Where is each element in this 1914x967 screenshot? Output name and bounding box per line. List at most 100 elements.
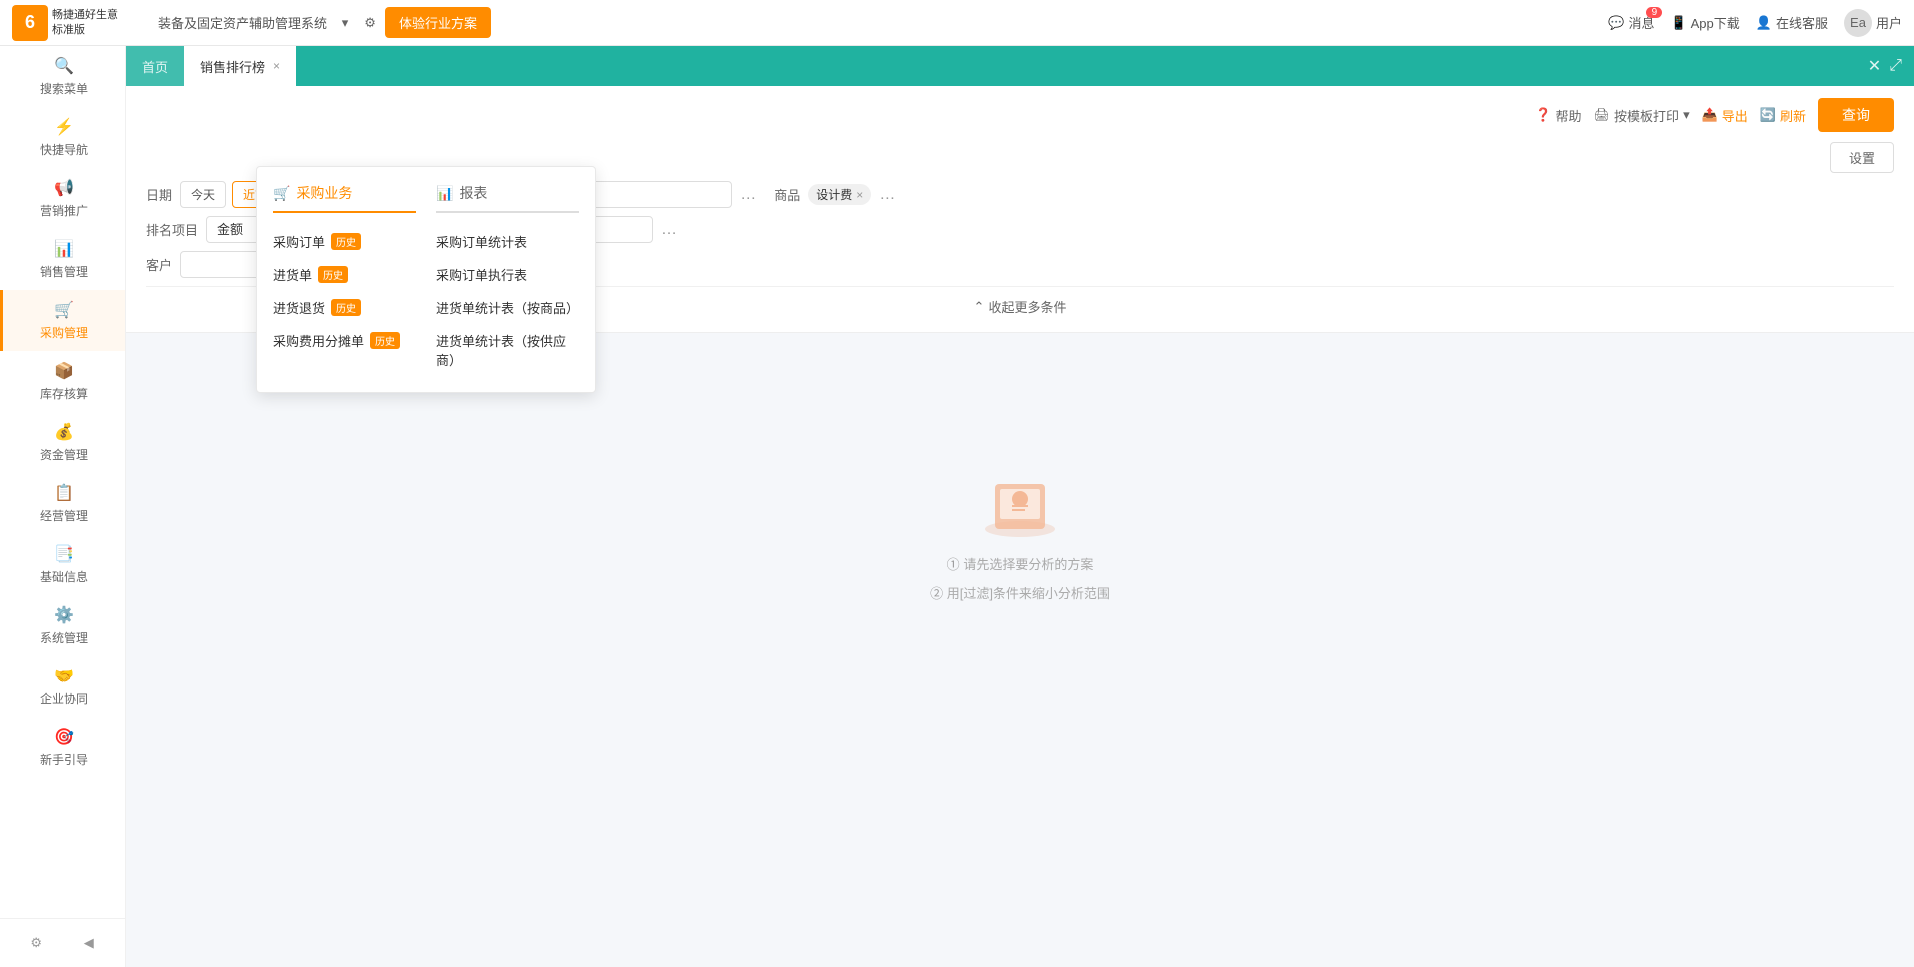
goods-label: 商品 bbox=[774, 185, 800, 204]
empty-state: ① 请先选择要分析的方案 ② 用[过滤]条件来缩小分析范围 bbox=[126, 333, 1914, 733]
goods-tag-close[interactable]: × bbox=[856, 188, 863, 202]
notification-badge: 9 bbox=[1646, 7, 1662, 18]
tab-home-label: 首页 bbox=[142, 57, 168, 76]
sidebar-item-label: 库存核算 bbox=[40, 385, 88, 402]
customer-label: 客户 bbox=[146, 255, 172, 274]
tab-close-icon[interactable]: × bbox=[273, 59, 280, 73]
basic-icon: 📑 bbox=[54, 544, 74, 564]
industry-button[interactable]: 体验行业方案 bbox=[385, 7, 491, 38]
stock-return-badge: 历史 bbox=[331, 299, 361, 316]
sidebar-item-label: 基础信息 bbox=[40, 568, 88, 585]
filter-goods: 商品 设计费 × … bbox=[774, 184, 897, 205]
menu-item-stock-return[interactable]: 进货退货 历史 bbox=[273, 291, 416, 324]
goods-dots[interactable]: … bbox=[879, 186, 897, 204]
tab-maximize-btn[interactable]: ⤢ bbox=[1889, 57, 1902, 75]
top-bar-right: 💬 消息 9 📱 App下载 👤 在线客服 Ea 用户 bbox=[1608, 9, 1902, 37]
sidebar-item-sales[interactable]: 📊 销售管理 bbox=[0, 229, 125, 290]
empty-hint-2: ② 用[过滤]条件来缩小分析范围 bbox=[930, 583, 1110, 602]
menu-item-stock-in[interactable]: 进货单 历史 bbox=[273, 258, 416, 291]
sidebar-item-label: 经营管理 bbox=[40, 507, 88, 524]
query-button[interactable]: 查询 bbox=[1818, 98, 1894, 132]
search-icon: 🔍 bbox=[54, 56, 74, 76]
export-btn[interactable]: 📤 导出 bbox=[1702, 106, 1748, 125]
menu-item-purchase-expense[interactable]: 采购费用分摊单 历史 bbox=[273, 324, 416, 357]
tab-home[interactable]: 首页 bbox=[126, 46, 184, 86]
logo-text: 畅捷通好生意 标准版 bbox=[52, 8, 118, 37]
sidebar-item-label: 采购管理 bbox=[40, 324, 88, 341]
content-area: 首页 销售排行榜 × ✕ ⤢ ❓ 帮助 bbox=[126, 46, 1914, 967]
menu-item-order-exec[interactable]: 采购订单执行表 bbox=[436, 258, 579, 291]
purchase-business-section: 🛒 采购业务 采购订单 历史 进货单 历史 进货退货 bbox=[273, 183, 416, 376]
salesman-dots[interactable]: … bbox=[661, 221, 679, 239]
quicknav-icon: ⚡ bbox=[54, 117, 74, 137]
app-download-button[interactable]: 📱 App下载 bbox=[1670, 13, 1739, 32]
collapse-button[interactable]: ⌃ 收起更多条件 bbox=[966, 293, 1075, 320]
sidebar-item-label: 销售管理 bbox=[40, 263, 88, 280]
sidebar-bottom: ⚙ ◀ bbox=[0, 918, 125, 967]
page-content: ❓ 帮助 🖨 按模板打印 ▾ 📤 导出 🔄 bbox=[126, 86, 1914, 967]
purchase-report-section: 📊 报表 采购订单统计表 采购订单执行表 进货单统计表（按商品） bbox=[436, 183, 579, 376]
system-icon: ⚙️ bbox=[54, 605, 74, 625]
online-service-button[interactable]: 👤 在线客服 bbox=[1756, 13, 1828, 32]
sidebar-item-guide[interactable]: 🎯 新手引导 bbox=[0, 717, 125, 778]
sidebar-item-label: 新手引导 bbox=[40, 751, 88, 768]
sidebar-collapse-btn[interactable]: ◀ bbox=[75, 929, 103, 957]
goods-tag: 设计费 × bbox=[808, 184, 871, 205]
sidebar-item-operations[interactable]: 📋 经营管理 bbox=[0, 473, 125, 534]
print-btn[interactable]: 🖨 按模板打印 ▾ bbox=[1594, 106, 1690, 125]
sidebar-item-system[interactable]: ⚙️ 系统管理 bbox=[0, 595, 125, 656]
sidebar-item-purchase[interactable]: 🛒 采购管理 bbox=[0, 290, 125, 351]
finance-icon: 💰 bbox=[54, 422, 74, 442]
top-bar: 6 畅捷通好生意 标准版 装备及固定资产辅助管理系统 ▾ ⚙ 体验行业方案 💬 … bbox=[0, 0, 1914, 46]
purchase-business-title: 🛒 采购业务 bbox=[273, 183, 416, 213]
menu-item-stockin-stat-supplier[interactable]: 进货单统计表（按供应商） bbox=[436, 324, 579, 376]
purchase-report-icon: 📊 bbox=[436, 185, 453, 202]
enterprise-icon: 🤝 bbox=[54, 666, 74, 686]
tab-sales-ranking[interactable]: 销售排行榜 × bbox=[184, 46, 296, 86]
system-dropdown-arrow[interactable]: ▾ bbox=[335, 13, 355, 33]
refresh-btn[interactable]: 🔄 刷新 bbox=[1760, 106, 1806, 125]
sidebar-item-label: 资金管理 bbox=[40, 446, 88, 463]
purchase-dropdown-menu: 🛒 采购业务 采购订单 历史 进货单 历史 进货退货 bbox=[256, 166, 596, 393]
operations-icon: 📋 bbox=[54, 483, 74, 503]
rank-label: 排名项目 bbox=[146, 220, 198, 239]
logo-area: 6 畅捷通好生意 标准版 bbox=[12, 5, 138, 41]
system-settings-icon[interactable]: ⚙ bbox=[355, 8, 385, 38]
stock-in-badge: 历史 bbox=[318, 266, 348, 283]
inventory-icon: 📦 bbox=[54, 361, 74, 381]
menu-item-stockin-stat-goods[interactable]: 进货单统计表（按商品） bbox=[436, 291, 579, 324]
sidebar-item-label: 搜索菜单 bbox=[40, 80, 88, 97]
settings-button[interactable]: 设置 bbox=[1830, 142, 1894, 173]
purchase-icon: 🛒 bbox=[54, 300, 74, 320]
sidebar-settings-btn[interactable]: ⚙ bbox=[22, 929, 50, 957]
system-name: 装备及固定资产辅助管理系统 bbox=[158, 13, 327, 32]
tab-active-label: 销售排行榜 bbox=[200, 57, 265, 76]
purchase-order-badge: 历史 bbox=[331, 233, 361, 250]
tab-window-close-btn[interactable]: ✕ bbox=[1868, 56, 1881, 76]
sidebar-item-inventory[interactable]: 📦 库存核算 bbox=[0, 351, 125, 412]
tab-bar: 首页 销售排行榜 × ✕ ⤢ bbox=[126, 46, 1914, 86]
time-btn-today[interactable]: 今天 bbox=[180, 181, 226, 208]
menu-item-purchase-order[interactable]: 采购订单 历史 bbox=[273, 225, 416, 258]
sidebar-item-label: 快捷导航 bbox=[40, 141, 88, 158]
sidebar-item-finance[interactable]: 💰 资金管理 bbox=[0, 412, 125, 473]
sidebar-item-label: 企业协同 bbox=[40, 690, 88, 707]
main-area: 🔍 搜索菜单 ⚡ 快捷导航 📢 营销推广 📊 销售管理 🛒 采购管理 📦 bbox=[0, 46, 1914, 967]
purchase-business-icon: 🛒 bbox=[273, 185, 290, 202]
sidebar-item-enterprise[interactable]: 🤝 企业协同 bbox=[0, 656, 125, 717]
sales-icon: 📊 bbox=[54, 239, 74, 259]
sidebar-item-search[interactable]: 🔍 搜索菜单 bbox=[0, 46, 125, 107]
notification-button[interactable]: 💬 消息 9 bbox=[1608, 13, 1654, 32]
sidebar-item-quicknav[interactable]: ⚡ 快捷导航 bbox=[0, 107, 125, 168]
help-btn[interactable]: ❓ 帮助 bbox=[1535, 106, 1581, 125]
logo-icon: 6 bbox=[12, 5, 48, 41]
user-menu-button[interactable]: Ea 用户 bbox=[1844, 9, 1902, 37]
filter-toolbar: ❓ 帮助 🖨 按模板打印 ▾ 📤 导出 🔄 bbox=[146, 98, 1894, 132]
voucher-status-dots[interactable]: … bbox=[740, 186, 758, 204]
menu-item-order-stat[interactable]: 采购订单统计表 bbox=[436, 225, 579, 258]
sidebar-item-marketing[interactable]: 📢 营销推广 bbox=[0, 168, 125, 229]
sidebar-item-label: 营销推广 bbox=[40, 202, 88, 219]
sidebar-item-basic[interactable]: 📑 基础信息 bbox=[0, 534, 125, 595]
purchase-expense-badge: 历史 bbox=[370, 332, 400, 349]
voucher-status-select[interactable] bbox=[572, 181, 732, 208]
